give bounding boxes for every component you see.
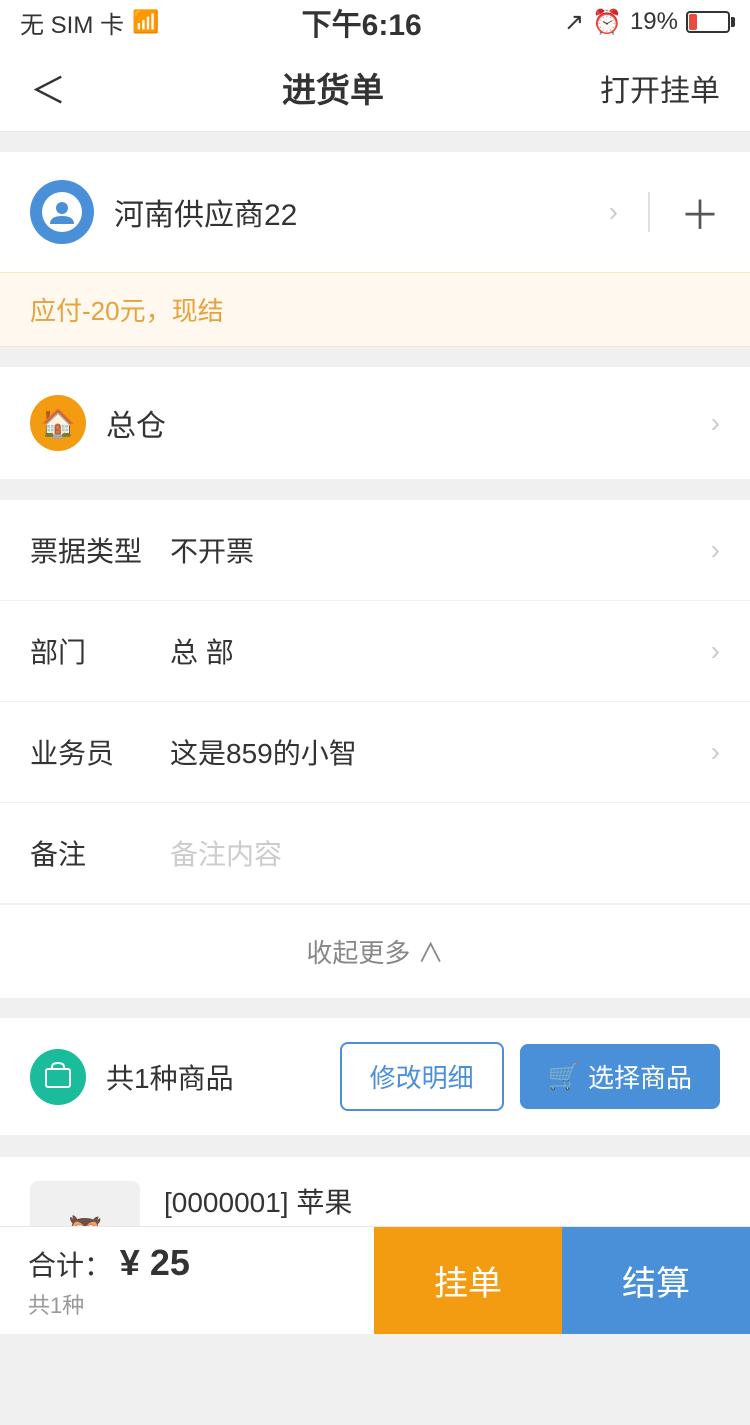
warehouse-row[interactable]: 🏠 总仓 › — [0, 367, 750, 480]
product-header-section: 共1种商品 修改明细 🛒 选择商品 — [0, 1018, 750, 1135]
page-title: 进货单 — [282, 63, 384, 112]
hang-button[interactable]: 挂单 — [374, 1227, 562, 1334]
supplier-name: 河南供应商22 — [114, 190, 609, 234]
total-label: 合计： — [28, 1250, 112, 1281]
alarm-icon: ⏰ — [592, 8, 622, 37]
battery-icon — [686, 11, 730, 33]
chevron-right-icon-dept: › — [711, 635, 720, 667]
battery-percent: 19% — [630, 8, 678, 36]
status-bar: 无 SIM 卡 📶 下午6:16 ↗ ⏰ 19% — [0, 0, 750, 44]
product-name: [0000001] 苹果 — [164, 1181, 682, 1221]
collapse-toggle[interactable]: 收起更多 ∧ — [0, 904, 750, 998]
hang-label: 挂单 — [434, 1256, 502, 1305]
product-header: 共1种商品 修改明细 🛒 选择商品 — [0, 1018, 750, 1135]
vertical-divider — [648, 192, 650, 232]
department-row[interactable]: 部门 总 部 › — [0, 601, 750, 702]
status-right: ↗ ⏰ 19% — [564, 8, 730, 37]
section-gap-4 — [0, 998, 750, 1018]
person-icon — [46, 196, 78, 228]
product-count-text: 共1种商品 — [106, 1057, 340, 1097]
status-carrier: 无 SIM 卡 📶 — [20, 5, 159, 40]
invoice-value: 不开票 — [150, 530, 711, 570]
checkout-label: 结算 — [622, 1256, 690, 1305]
remark-input[interactable]: 备注内容 — [150, 833, 720, 873]
product-count-icon — [30, 1049, 86, 1105]
avatar-inner — [42, 192, 82, 232]
edit-detail-button[interactable]: 修改明细 — [340, 1042, 504, 1111]
salesman-row[interactable]: 业务员 这是859的小智 › — [0, 702, 750, 803]
total-row: 合计： ¥ 25 — [28, 1242, 346, 1284]
warehouse-name: 总仓 — [106, 401, 711, 445]
invoice-label: 票据类型 — [30, 530, 150, 570]
supplier-section: 河南供应商22 › ＋ 应付-20元，现结 — [0, 152, 750, 347]
notice-bar: 应付-20元，现结 — [0, 272, 750, 347]
wifi-icon: 📶 — [132, 9, 159, 35]
section-gap-2 — [0, 347, 750, 367]
invoice-row[interactable]: 票据类型 不开票 › — [0, 500, 750, 601]
collapse-text: 收起更多 ∧ — [306, 938, 443, 968]
nav-bar: ＜ 进货单 打开挂单 — [0, 44, 750, 132]
open-hang-button[interactable]: 打开挂单 — [600, 66, 720, 110]
salesman-value: 这是859的小智 — [150, 732, 711, 772]
select-product-label: 选择商品 — [588, 1058, 692, 1095]
product-code: [0000001] — [164, 1187, 289, 1218]
supplier-actions: › ＋ — [609, 183, 720, 241]
select-product-button[interactable]: 🛒 选择商品 — [520, 1044, 720, 1109]
salesman-label: 业务员 — [30, 732, 150, 772]
section-gap-1 — [0, 132, 750, 152]
department-label: 部门 — [30, 631, 150, 671]
form-section: 票据类型 不开票 › 部门 总 部 › 业务员 这是859的小智 › 备注 备注… — [0, 500, 750, 998]
total-count: 共1种 — [28, 1288, 346, 1320]
remark-row[interactable]: 备注 备注内容 — [0, 803, 750, 904]
supplier-row[interactable]: 河南供应商22 › ＋ — [0, 152, 750, 272]
status-time: 下午6:16 — [302, 0, 422, 44]
select-product-icon: 🛒 — [548, 1061, 580, 1092]
warehouse-icon: 🏠 — [30, 395, 86, 451]
chevron-right-icon-invoice: › — [711, 534, 720, 566]
checkout-button[interactable]: 结算 — [562, 1227, 750, 1334]
bottom-bar: 合计： ¥ 25 共1种 挂单 结算 — [0, 1226, 750, 1334]
carrier-text: 无 SIM 卡 — [20, 5, 124, 40]
section-gap-3 — [0, 480, 750, 500]
notice-text: 应付-20元，现结 — [30, 296, 224, 326]
add-icon[interactable]: ＋ — [680, 183, 720, 241]
chevron-right-icon-salesman: › — [711, 736, 720, 768]
supplier-avatar — [30, 180, 94, 244]
warehouse-section: 🏠 总仓 › — [0, 367, 750, 480]
cart-icon — [42, 1061, 74, 1093]
section-gap-5 — [0, 1135, 750, 1155]
total-amount: ¥ 25 — [120, 1242, 190, 1283]
chevron-right-icon: › — [609, 196, 618, 228]
product-title: 苹果 — [296, 1187, 352, 1218]
back-button[interactable]: ＜ — [30, 62, 66, 114]
chevron-right-icon-warehouse: › — [711, 407, 720, 439]
total-section: 合计： ¥ 25 共1种 — [0, 1227, 374, 1334]
department-value: 总 部 — [150, 631, 711, 671]
remark-label: 备注 — [30, 833, 150, 873]
location-icon: ↗ — [564, 8, 584, 37]
